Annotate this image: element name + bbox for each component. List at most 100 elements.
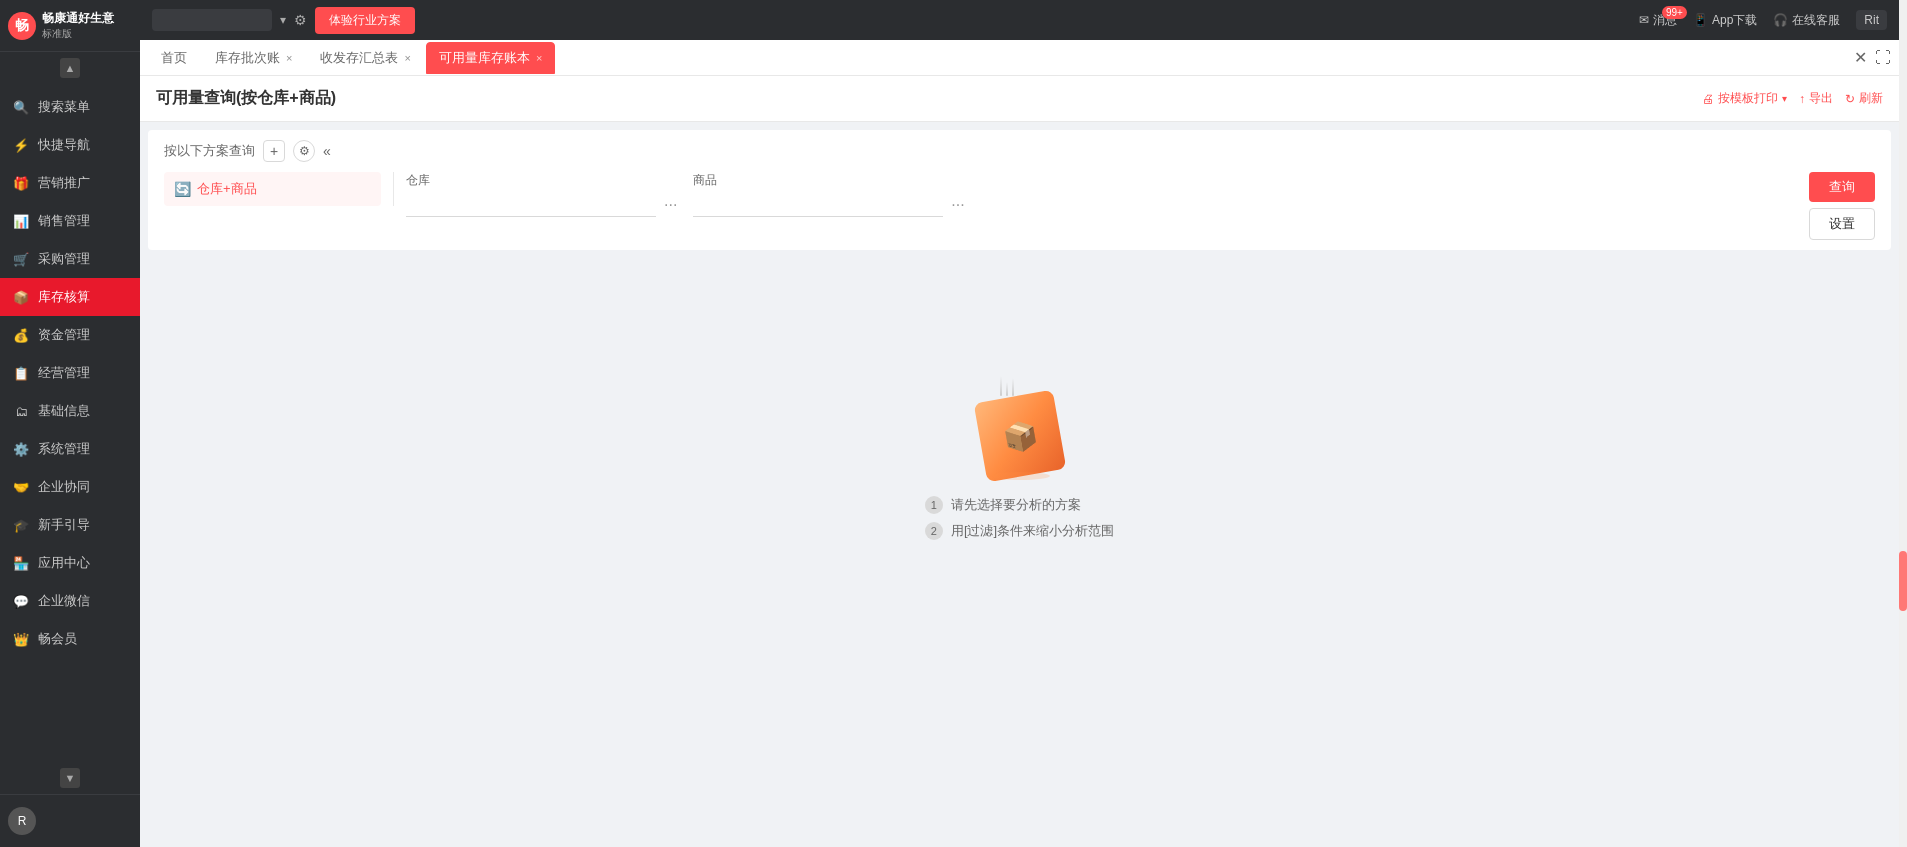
- tab-batch[interactable]: 库存批次账 ×: [202, 42, 305, 74]
- query-section: 按以下方案查询 + ⚙ « 🔄 仓库+商品: [148, 130, 1891, 250]
- warehouse-filter-input[interactable]: [406, 193, 656, 217]
- sidebar-item-label: 销售管理: [38, 212, 90, 230]
- enterprise-icon: 🤝: [12, 478, 30, 496]
- sidebar-item-system[interactable]: ⚙️ 系统管理: [0, 430, 140, 468]
- tab-available[interactable]: 可用量库存账本 ×: [426, 42, 555, 74]
- sidebar-user[interactable]: R: [8, 803, 132, 839]
- sidebar-item-finance[interactable]: 💰 资金管理: [0, 316, 140, 354]
- query-option-warehouse-goods[interactable]: 🔄 仓库+商品: [164, 172, 381, 206]
- sidebar-item-marketing[interactable]: 🎁 营销推广: [0, 164, 140, 202]
- sidebar-item-member[interactable]: 👑 畅会员: [0, 620, 140, 658]
- export-button[interactable]: ↑ 导出: [1799, 90, 1833, 107]
- tab-close-all-button[interactable]: ✕: [1854, 48, 1867, 67]
- sales-icon: 📊: [12, 212, 30, 230]
- refresh-button[interactable]: ↻ 刷新: [1845, 90, 1883, 107]
- tab-home[interactable]: 首页: [148, 42, 200, 74]
- search-nav-icon: 🔍: [12, 98, 30, 116]
- app-download-button[interactable]: 📱 App下载: [1693, 12, 1757, 29]
- query-section-label: 按以下方案查询: [164, 142, 255, 160]
- tab-summary[interactable]: 收发存汇总表 ×: [307, 42, 423, 74]
- message-button[interactable]: ✉ 消息 99+: [1639, 12, 1677, 29]
- query-add-button[interactable]: +: [263, 140, 285, 162]
- sidebar-item-inventory[interactable]: 📦 库存核算: [0, 278, 140, 316]
- tab-expand-button[interactable]: ⛶: [1875, 49, 1891, 67]
- weixin-icon: 💬: [12, 592, 30, 610]
- query-button[interactable]: 查询: [1809, 172, 1875, 202]
- warehouse-filter-label: 仓库: [406, 172, 677, 189]
- message-badge: 99+: [1662, 6, 1687, 19]
- operations-icon: 📋: [12, 364, 30, 382]
- sidebar-item-enterprise[interactable]: 🤝 企业协同: [0, 468, 140, 506]
- print-label: 按模板打印: [1718, 90, 1778, 107]
- sidebar-item-newbie[interactable]: 🎓 新手引导: [0, 506, 140, 544]
- sidebar-item-label: 企业微信: [38, 592, 90, 610]
- filter-area: 仓库 ··· 商品 ···: [406, 172, 1793, 217]
- sidebar-item-search[interactable]: 🔍 搜索菜单: [0, 88, 140, 126]
- page-title: 可用量查询(按仓库+商品): [156, 88, 336, 109]
- headset-icon: 🎧: [1773, 13, 1788, 27]
- query-collapse-button[interactable]: «: [323, 143, 331, 159]
- user-menu-button[interactable]: Rit: [1856, 10, 1887, 30]
- topbar-dropdown-icon[interactable]: ▾: [280, 13, 286, 27]
- sidebar-item-label: 畅会员: [38, 630, 77, 648]
- sidebar-item-label: 搜索菜单: [38, 98, 90, 116]
- tab-batch-close[interactable]: ×: [286, 52, 292, 64]
- sidebar-item-label: 快捷导航: [38, 136, 90, 154]
- tab-summary-close[interactable]: ×: [404, 52, 410, 64]
- sidebar-logo: 畅 畅康通好生意 标准版: [8, 10, 132, 41]
- goods-more-icon[interactable]: ···: [951, 196, 964, 214]
- sidebar-item-weixin[interactable]: 💬 企业微信: [0, 582, 140, 620]
- sidebar-item-purchase[interactable]: 🛒 采购管理: [0, 240, 140, 278]
- service-button[interactable]: 🎧 在线客服: [1773, 12, 1840, 29]
- export-icon: ↑: [1799, 92, 1805, 106]
- empty-tip-1: 1 请先选择要分析的方案: [925, 496, 1114, 514]
- sidebar-item-label: 经营管理: [38, 364, 90, 382]
- inventory-icon: 📦: [12, 288, 30, 306]
- sidebar-header: 畅 畅康通好生意 标准版: [0, 0, 140, 52]
- phone-icon: 📱: [1693, 13, 1708, 27]
- basic-icon: 🗂: [12, 402, 30, 420]
- shortcut-icon: ⚡: [12, 136, 30, 154]
- system-icon: ⚙️: [12, 440, 30, 458]
- sidebar-item-operations[interactable]: 📋 经营管理: [0, 354, 140, 392]
- tab-available-label: 可用量库存账本: [439, 49, 530, 67]
- query-header: 按以下方案查询 + ⚙ «: [164, 140, 1875, 162]
- query-body: 🔄 仓库+商品 仓库 ···: [164, 172, 1875, 240]
- empty-state: 📦 1 请先选择要分析的方案 2 用[过滤]条件来缩小分析范围: [140, 258, 1899, 658]
- page-header-actions: 🖨 按模板打印 ▾ ↑ 导出 ↻ 刷新: [1702, 90, 1883, 107]
- sidebar-item-basic[interactable]: 🗂 基础信息: [0, 392, 140, 430]
- main-area: ▾ ⚙ 体验行业方案 ✉ 消息 99+ 📱 App下载 🎧 在线客服 Rit: [140, 0, 1899, 847]
- purchase-icon: 🛒: [12, 250, 30, 268]
- box-shadow: [990, 472, 1050, 480]
- sidebar-item-label: 基础信息: [38, 402, 90, 420]
- refresh-icon: ↻: [1845, 92, 1855, 106]
- warehouse-more-icon[interactable]: ···: [664, 196, 677, 214]
- smoke-decoration: [1000, 376, 1014, 396]
- sidebar-item-sales[interactable]: 📊 销售管理: [0, 202, 140, 240]
- settings-button[interactable]: 设置: [1809, 208, 1875, 240]
- tip-num-2: 2: [925, 522, 943, 540]
- service-label: 在线客服: [1792, 12, 1840, 29]
- query-options-panel: 🔄 仓库+商品: [164, 172, 394, 206]
- tab-summary-label: 收发存汇总表: [320, 49, 398, 67]
- sidebar-scroll-down[interactable]: ▼: [60, 768, 80, 788]
- newbie-icon: 🎓: [12, 516, 30, 534]
- topbar-gear-icon[interactable]: ⚙: [294, 12, 307, 28]
- print-icon: 🖨: [1702, 92, 1714, 106]
- sidebar-scroll-up[interactable]: ▲: [60, 58, 80, 78]
- sidebar-item-appstore[interactable]: 🏪 应用中心: [0, 544, 140, 582]
- goods-filter-input[interactable]: [693, 193, 943, 217]
- sidebar: 畅 畅康通好生意 标准版 ▲ 🔍 搜索菜单 ⚡ 快捷导航 🎁 营销推广: [0, 0, 140, 847]
- right-scrollbar[interactable]: [1899, 0, 1907, 847]
- print-dropdown-icon: ▾: [1782, 93, 1787, 104]
- topbar-search-input[interactable]: [152, 9, 272, 31]
- sidebar-item-shortcut[interactable]: ⚡ 快捷导航: [0, 126, 140, 164]
- print-button[interactable]: 🖨 按模板打印 ▾: [1702, 90, 1787, 107]
- tab-available-close[interactable]: ×: [536, 52, 542, 64]
- tab-batch-label: 库存批次账: [215, 49, 280, 67]
- refresh-label: 刷新: [1859, 90, 1883, 107]
- sidebar-item-label: 系统管理: [38, 440, 90, 458]
- sidebar-item-label: 资金管理: [38, 326, 90, 344]
- trial-button[interactable]: 体验行业方案: [315, 7, 415, 34]
- query-settings-circle-button[interactable]: ⚙: [293, 140, 315, 162]
